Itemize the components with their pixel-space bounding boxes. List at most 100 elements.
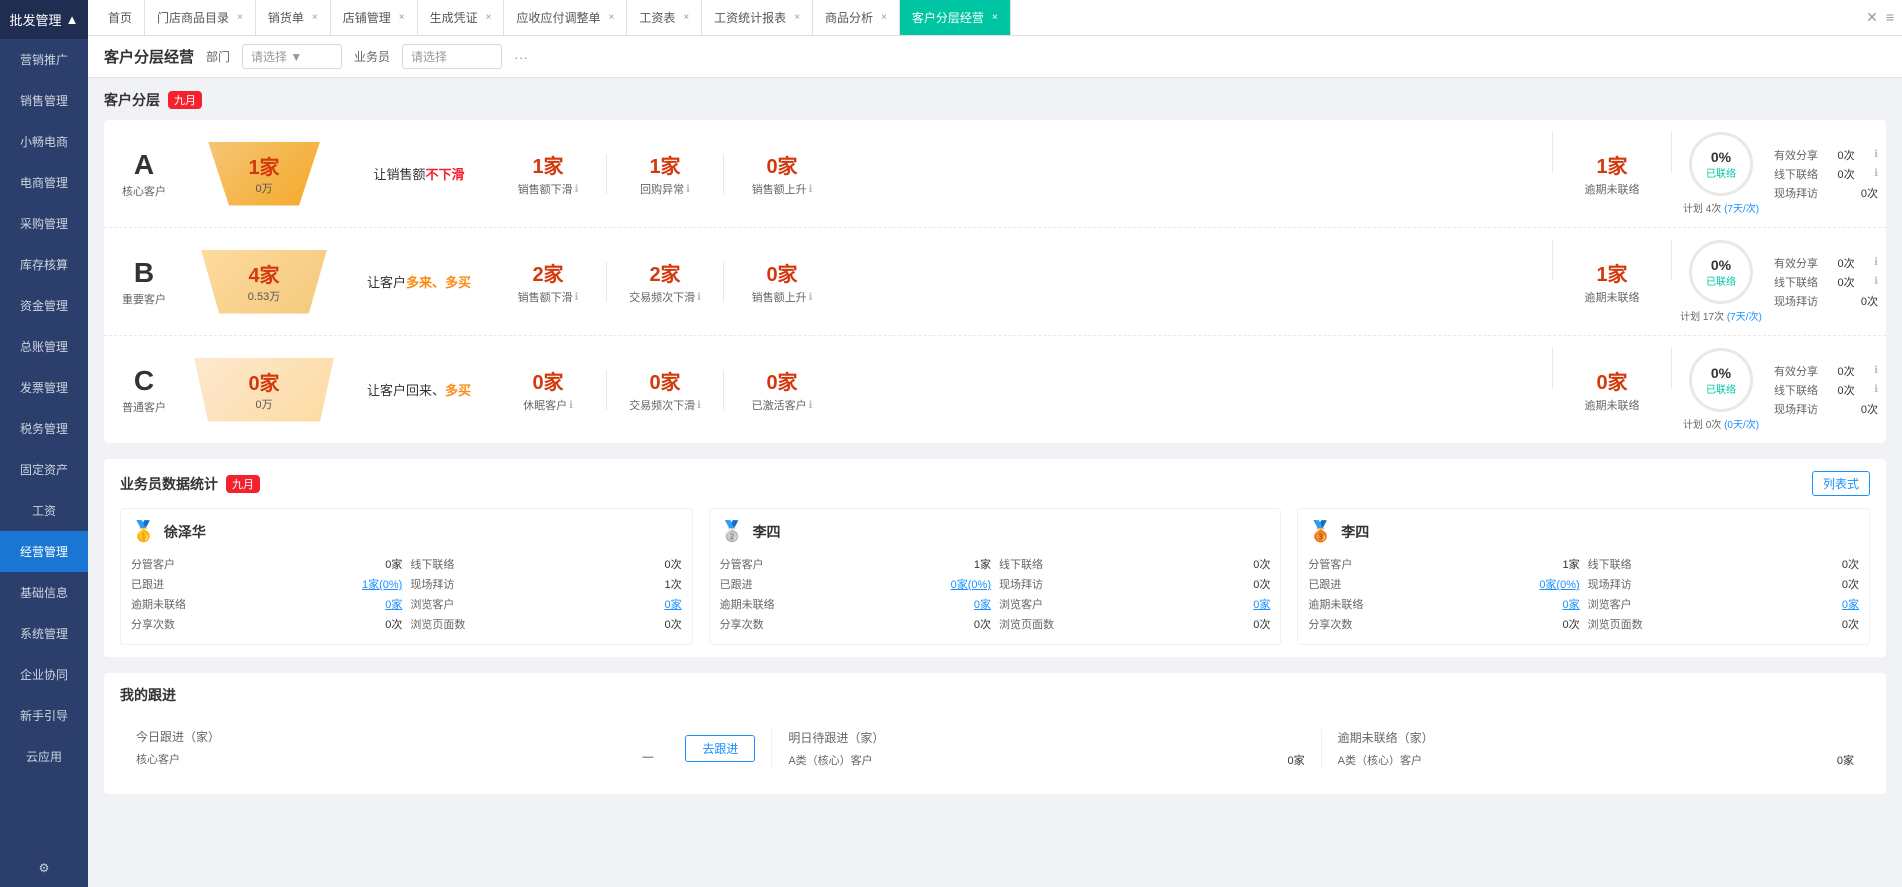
sidebar-top-label[interactable]: 批发管理 ▲ [0, 0, 88, 39]
follow-block-tomorrow: 明日待跟进（家） A类（核心）客户 0家 [771, 729, 1320, 768]
tier-c-contact-label: 逾期未联络 [1585, 397, 1640, 413]
info-icon-a2[interactable]: ℹ [809, 184, 813, 195]
info-icon-c2[interactable]: ℹ [809, 400, 813, 411]
sidebar-item-xiaoshou[interactable]: 销售管理 [0, 80, 88, 121]
staff-0-medal: 🥇 [131, 519, 156, 544]
tab-adjustment[interactable]: 应收应付调整单 × [504, 0, 627, 36]
tab-close-adjustment[interactable]: × [608, 12, 614, 23]
tab-customer-tier[interactable]: 客户分层经营 × [900, 0, 1011, 36]
tier-c-stat0-count: 0家 [532, 366, 563, 395]
right-info-icon-c0[interactable]: ℹ [1874, 365, 1878, 376]
tier-a-circle-outer: 0% 已联络 [1689, 132, 1753, 196]
tier-b-circle-outer: 0% 已联络 [1689, 240, 1753, 304]
tab-sales-order[interactable]: 销货单 × [256, 0, 331, 36]
tab-close-store-products[interactable]: × [237, 12, 243, 23]
tier-b-circle-pct: 0% [1711, 257, 1731, 273]
sidebar-item-jichu[interactable]: 基础信息 [0, 572, 88, 613]
tab-payroll-report[interactable]: 工资统计报表 × [702, 0, 813, 36]
tier-c-stats: 0家 休眠客户 ℹ 0家 交易频次下滑 ℹ [494, 348, 1548, 431]
info-icon-b2[interactable]: ℹ [809, 292, 813, 303]
sidebar-item-zhangzhang[interactable]: 总账管理 [0, 326, 88, 367]
info-icon-a0[interactable]: ℹ [575, 184, 579, 195]
tier-c-plan-link[interactable]: (0天/次) [1724, 420, 1759, 431]
tab-store-mgmt[interactable]: 店铺管理 × [331, 0, 418, 36]
tab-close-voucher[interactable]: × [486, 12, 492, 23]
tier-b-funnel: 4家 0.53万 [184, 240, 344, 323]
tier-a-contact-label: 逾期未联络 [1585, 181, 1640, 197]
follow-tomorrow-title: 明日待跟进（家） [788, 729, 1304, 746]
follow-section: 我的跟进 今日跟进（家） 核心客户 — 去跟进 明日待跟进（家） A类（核心）客… [104, 673, 1886, 794]
more-filters-icon[interactable]: ··· [514, 49, 528, 65]
tab-product-analysis[interactable]: 商品分析 × [813, 0, 900, 36]
tier-b-stat1-count: 2家 [649, 258, 680, 287]
sidebar-item-yingxiao[interactable]: 营销推广 [0, 39, 88, 80]
divider [606, 154, 607, 194]
tier-a-plan-link[interactable]: (7天/次) [1724, 204, 1759, 215]
sidebar-item-shuiwu[interactable]: 税务管理 [0, 408, 88, 449]
dept-select[interactable]: 请选择 ▼ [242, 44, 342, 69]
right-stat-row-c0: 有效分享 0次 ℹ [1774, 363, 1878, 379]
sidebar-item-xitong[interactable]: 系统管理 [0, 613, 88, 654]
info-icon-c1[interactable]: ℹ [697, 400, 701, 411]
tier-a-stats: 1家 销售额下滑 ℹ 1家 回购异常 ℹ [494, 132, 1548, 215]
tab-store-products[interactable]: 门店商品目录 × [145, 0, 256, 36]
tab-payroll[interactable]: 工资表 × [627, 0, 702, 36]
divider [1671, 348, 1672, 388]
sidebar-item-xiaochang[interactable]: 小畅电商 [0, 121, 88, 162]
sidebar-item-zijin[interactable]: 资金管理 [0, 285, 88, 326]
tab-home[interactable]: 首页 [96, 0, 145, 36]
tab-voucher[interactable]: 生成凭证 × [418, 0, 505, 36]
right-info-icon-c1[interactable]: ℹ [1874, 384, 1878, 395]
tab-close-store-mgmt[interactable]: × [399, 12, 405, 23]
info-icon-b1[interactable]: ℹ [697, 292, 701, 303]
business-section-month: 九月 [226, 475, 260, 493]
tab-close-payroll-report[interactable]: × [794, 12, 800, 23]
list-view-button[interactable]: 列表式 [1812, 471, 1870, 496]
tab-close-payroll[interactable]: × [683, 12, 689, 23]
sidebar-item-yunyingyong[interactable]: 云应用 [0, 736, 88, 777]
sidebar-item-gongzi[interactable]: 工资 [0, 490, 88, 531]
sidebar-item-gudingzichan[interactable]: 固定资产 [0, 449, 88, 490]
staff-1-stat-r3: 浏览页面数 0次 [999, 614, 1270, 634]
divider [1552, 132, 1553, 172]
tab-close-sales-order[interactable]: × [312, 12, 318, 23]
tab-menu-icon[interactable]: ≡ [1886, 9, 1894, 26]
staff-1-right: 线下联络 0次 现场拜访 0次 浏览客户 0家 [999, 554, 1270, 634]
tier-c-stat0-label: 休眠客户 ℹ [523, 397, 573, 413]
divider [1552, 348, 1553, 388]
settings-icon[interactable]: ⚙ [0, 849, 88, 887]
right-info-icon2[interactable]: ℹ [1874, 168, 1878, 179]
tab-close-product-analysis[interactable]: × [881, 12, 887, 23]
tier-b-contact-label: 逾期未联络 [1585, 289, 1640, 305]
goto-follow-button[interactable]: 去跟进 [685, 735, 755, 762]
sidebar-item-caigou[interactable]: 采购管理 [0, 203, 88, 244]
sidebar-item-fapiao[interactable]: 发票管理 [0, 367, 88, 408]
customer-section-title: 客户分层 [104, 90, 160, 110]
info-icon-c0[interactable]: ℹ [569, 400, 573, 411]
tier-b-plan-link[interactable]: (7天/次) [1727, 312, 1762, 323]
sidebar-item-kucun[interactable]: 库存核算 [0, 244, 88, 285]
tier-b-stat-2: 0家 销售额上升 ℹ [732, 258, 832, 305]
info-icon-a1[interactable]: ℹ [686, 184, 690, 195]
sidebar-item-xinshou[interactable]: 新手引导 [0, 695, 88, 736]
right-info-icon-b1[interactable]: ℹ [1874, 276, 1878, 287]
sidebar-item-dianshang[interactable]: 电商管理 [0, 162, 88, 203]
tier-c-letter: C [134, 365, 154, 397]
info-icon-b0[interactable]: ℹ [575, 292, 579, 303]
staff-2-stats: 分管客户 1家 已跟进 0家(0%) 逾期未联络 0家 [1308, 554, 1859, 634]
tier-b-label: B 重要客户 [104, 240, 184, 323]
content-area: 客户分层 九月 A 核心客户 1家 0万 [88, 78, 1902, 887]
tier-b-stats: 2家 销售额下滑 ℹ 2家 交易频次下滑 ℹ [494, 240, 1548, 323]
tab-close-all-icon[interactable]: ✕ [1866, 9, 1878, 26]
right-info-icon-b0[interactable]: ℹ [1874, 257, 1878, 268]
tab-close-customer-tier[interactable]: × [992, 12, 998, 23]
sidebar: 批发管理 ▲ 营销推广 销售管理 小畅电商 电商管理 采购管理 库存核算 资金管… [0, 0, 88, 887]
staff-label: 业务员 [354, 48, 390, 65]
sidebar-item-qiye[interactable]: 企业协同 [0, 654, 88, 695]
staff-select[interactable]: 请选择 [402, 44, 502, 69]
staff-1-stat-l1: 已跟进 0家(0%) [720, 574, 991, 594]
follow-today-title: 今日跟进（家） [136, 728, 653, 745]
tab-bar: 首页 门店商品目录 × 销货单 × 店铺管理 × 生成凭证 × 应收应付调整单 … [88, 0, 1902, 36]
sidebar-item-jingying[interactable]: 经营管理 [0, 531, 88, 572]
right-info-icon[interactable]: ℹ [1874, 149, 1878, 160]
